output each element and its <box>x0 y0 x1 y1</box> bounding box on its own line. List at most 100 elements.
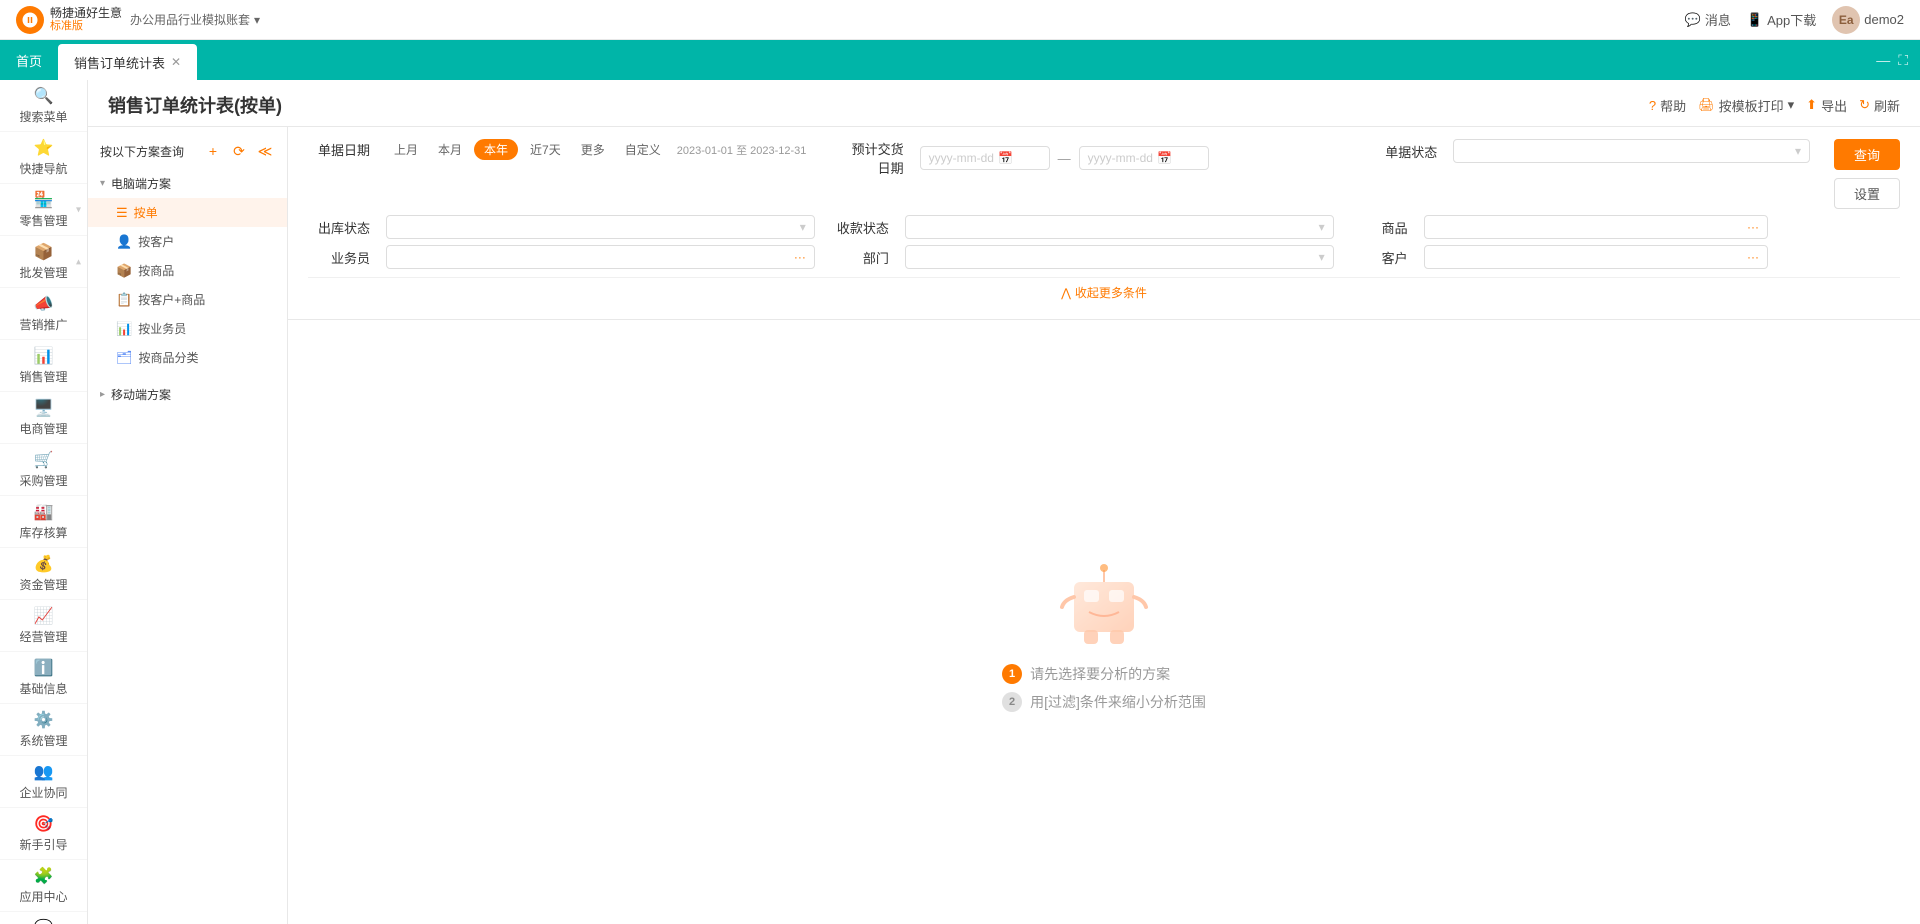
goods-more-btn[interactable]: ··· <box>1747 220 1759 234</box>
page-header: 销售订单统计表(按单) ? 帮助 🖨 按模板打印 ▾ ⬆ 导出 ↻ 刷新 <box>88 80 1920 127</box>
scheme-panel: 按以下方案查询 + ⟳ ≪ ▾ 电脑端方案 ☰ <box>88 127 288 924</box>
chevron-down-icon: ▾ <box>76 204 81 215</box>
add-scheme-btn[interactable]: + <box>203 141 223 161</box>
chevron-down-icon: ▾ <box>254 13 260 27</box>
custom-date-btn[interactable]: 自定义 <box>617 139 669 160</box>
customer-select[interactable]: ··· <box>1424 245 1768 269</box>
template-print-btn[interactable]: 🖨 按模板打印 ▾ <box>1698 96 1794 115</box>
download-icon: 📱 <box>1747 12 1763 28</box>
sidebar-item-finance[interactable]: 💰 资金管理 <box>0 548 87 600</box>
settings-button[interactable]: 设置 <box>1834 178 1900 209</box>
this-year-btn[interactable]: 本年 <box>474 139 518 160</box>
scheme-item-by-salesperson[interactable]: 📊 按业务员 <box>88 314 287 343</box>
apps-icon: 🧩 <box>34 866 54 886</box>
last7days-btn[interactable]: 近7天 <box>522 139 569 160</box>
sidebar-item-new-guide[interactable]: 🎯 新手引导 <box>0 808 87 860</box>
salesperson-select[interactable]: ··· <box>386 245 815 269</box>
sidebar-item-sys-mgmt[interactable]: ⚙️ 系统管理 <box>0 704 87 756</box>
pay-status-select[interactable]: ▾ <box>905 215 1334 239</box>
scheme-section-mobile: ▸ 移动端方案 <box>88 378 287 411</box>
calendar-icon: 📅 <box>998 151 1013 165</box>
sidebar-item-enterprise[interactable]: 👥 企业协同 <box>0 756 87 808</box>
this-month-btn[interactable]: 本月 <box>430 139 470 160</box>
collapse-filter-btn[interactable]: ⋀ 收起更多条件 <box>308 277 1900 307</box>
date-range-display: 2023-01-01 至 2023-12-31 <box>677 142 807 158</box>
query-button[interactable]: 查询 <box>1834 139 1900 170</box>
expected-date-start[interactable]: yyyy-mm-dd 📅 <box>920 146 1050 170</box>
scheme-item-by-customer[interactable]: 👤 按客户 <box>88 227 287 256</box>
logo-icon <box>16 6 44 34</box>
collapse-scheme-btn[interactable]: ≪ <box>255 141 275 161</box>
megaphone-icon: 📣 <box>34 294 54 314</box>
chevron-down-icon: ▾ <box>800 220 806 234</box>
user-avatar-area[interactable]: Ea demo2 <box>1832 6 1904 34</box>
pc-icon: 🖥️ <box>34 398 54 418</box>
sidebar-item-sales[interactable]: 📊 销售管理 <box>0 340 87 392</box>
sidebar-item-wholesale[interactable]: 📦 批发管理 ▴ <box>0 236 87 288</box>
refresh-scheme-btn[interactable]: ⟳ <box>229 141 249 161</box>
chevron-down-icon: ▾ <box>100 178 105 189</box>
export-btn[interactable]: ⬆ 导出 <box>1806 96 1847 115</box>
order-icon: ☰ <box>116 205 128 221</box>
guide-icon: 🎯 <box>34 814 54 834</box>
last-month-btn[interactable]: 上月 <box>386 139 426 160</box>
dept-select[interactable]: ▾ <box>905 245 1334 269</box>
maximize-icon[interactable]: ⛶ <box>1898 52 1908 69</box>
info-icon: ℹ️ <box>34 658 54 678</box>
scheme-items-desktop: ☰ 按单 👤 按客户 📦 按商品 📋 按客 <box>88 196 287 374</box>
help-btn[interactable]: ? 帮助 <box>1649 96 1686 115</box>
warehouse-icon: 🏭 <box>34 502 54 522</box>
tab-sales-order-stat[interactable]: 销售订单统计表 ✕ <box>58 44 197 80</box>
scheme-section-desktop-header[interactable]: ▾ 电脑端方案 <box>88 171 287 196</box>
sidebar-item-purchase[interactable]: 🛒 采购管理 <box>0 444 87 496</box>
analytics-icon: 📈 <box>34 606 54 626</box>
main-content: 按以下方案查询 + ⟳ ≪ ▾ 电脑端方案 ☰ <box>88 127 1920 924</box>
minimize-icon[interactable]: — <box>1876 52 1890 68</box>
sidebar-item-app-center[interactable]: 🧩 应用中心 <box>0 860 87 912</box>
customer-more-btn[interactable]: ··· <box>1747 250 1759 264</box>
scheme-section-mobile-header[interactable]: ▸ 移动端方案 <box>88 382 287 407</box>
sidebar-item-basic-info[interactable]: ℹ️ 基础信息 <box>0 652 87 704</box>
sidebar-item-inventory[interactable]: 🏭 库存核算 <box>0 496 87 548</box>
scheme-item-by-category[interactable]: 🗂 按商品分类 <box>88 343 287 372</box>
chevron-up-icon: ⋀ <box>1061 286 1071 300</box>
page-title: 销售订单统计表(按单) <box>108 92 282 118</box>
cust-prod-icon: 📋 <box>116 292 132 308</box>
refresh-btn[interactable]: ↻ 刷新 <box>1859 96 1900 115</box>
tab-close-icon[interactable]: ✕ <box>171 55 181 69</box>
scheme-section-desktop: ▾ 电脑端方案 ☰ 按单 👤 按客户 📦 <box>88 167 287 378</box>
sidebar-item-quick-nav[interactable]: ⭐ 快捷导航 <box>0 132 87 184</box>
company-dropdown[interactable]: 办公用品行业模拟账套 ▾ <box>130 11 260 28</box>
more-date-btn[interactable]: 更多 <box>573 139 613 160</box>
sidebar-item-enterprise-wechat[interactable]: 💬 企业微信 <box>0 912 87 924</box>
sidebar-item-retail[interactable]: 🏪 零售管理 ▾ <box>0 184 87 236</box>
sidebar-item-ecomm[interactable]: 🖥️ 电商管理 <box>0 392 87 444</box>
goods-select[interactable]: ··· <box>1424 215 1768 239</box>
refresh-icon: ↻ <box>1859 97 1870 113</box>
page-actions: ? 帮助 🖨 按模板打印 ▾ ⬆ 导出 ↻ 刷新 <box>1649 96 1900 115</box>
sidebar-item-marketing[interactable]: 📣 营销推广 <box>0 288 87 340</box>
scheme-item-by-product[interactable]: 📦 按商品 <box>88 256 287 285</box>
doc-status-select[interactable]: ▾ <box>1453 139 1810 163</box>
shop-icon: 🏪 <box>34 190 54 210</box>
app-download-btn[interactable]: 📱 App下载 <box>1747 10 1816 29</box>
dept-label: 部门 <box>827 248 897 267</box>
main-layout: 🔍 搜索菜单 ⭐ 快捷导航 🏪 零售管理 ▾ 📦 批发管理 ▴ 📣 营销推广 📊… <box>0 80 1920 924</box>
ship-status-label: 出库状态 <box>308 218 378 237</box>
message-icon: 💬 <box>1685 12 1701 28</box>
tab-home[interactable]: 首页 <box>0 40 58 80</box>
sidebar-item-ops[interactable]: 📈 经营管理 <box>0 600 87 652</box>
star-icon: ⭐ <box>34 138 54 158</box>
category-icon: 🗂 <box>116 350 133 366</box>
scheme-item-by-order[interactable]: ☰ 按单 <box>88 198 287 227</box>
expected-date-end[interactable]: yyyy-mm-dd 📅 <box>1079 146 1209 170</box>
sidebar-item-search-menu[interactable]: 🔍 搜索菜单 <box>0 80 87 132</box>
scheme-item-by-customer-product[interactable]: 📋 按客户+商品 <box>88 285 287 314</box>
users-icon: 👥 <box>34 762 54 782</box>
person-icon: 📊 <box>116 321 132 337</box>
ship-status-select[interactable]: ▾ <box>386 215 815 239</box>
salesperson-more-btn[interactable]: ··· <box>794 250 806 264</box>
message-btn[interactable]: 💬 消息 <box>1685 10 1731 29</box>
customer-icon: 👤 <box>116 234 132 250</box>
logo-area: 畅捷通好生意 标准版 <box>16 6 122 34</box>
